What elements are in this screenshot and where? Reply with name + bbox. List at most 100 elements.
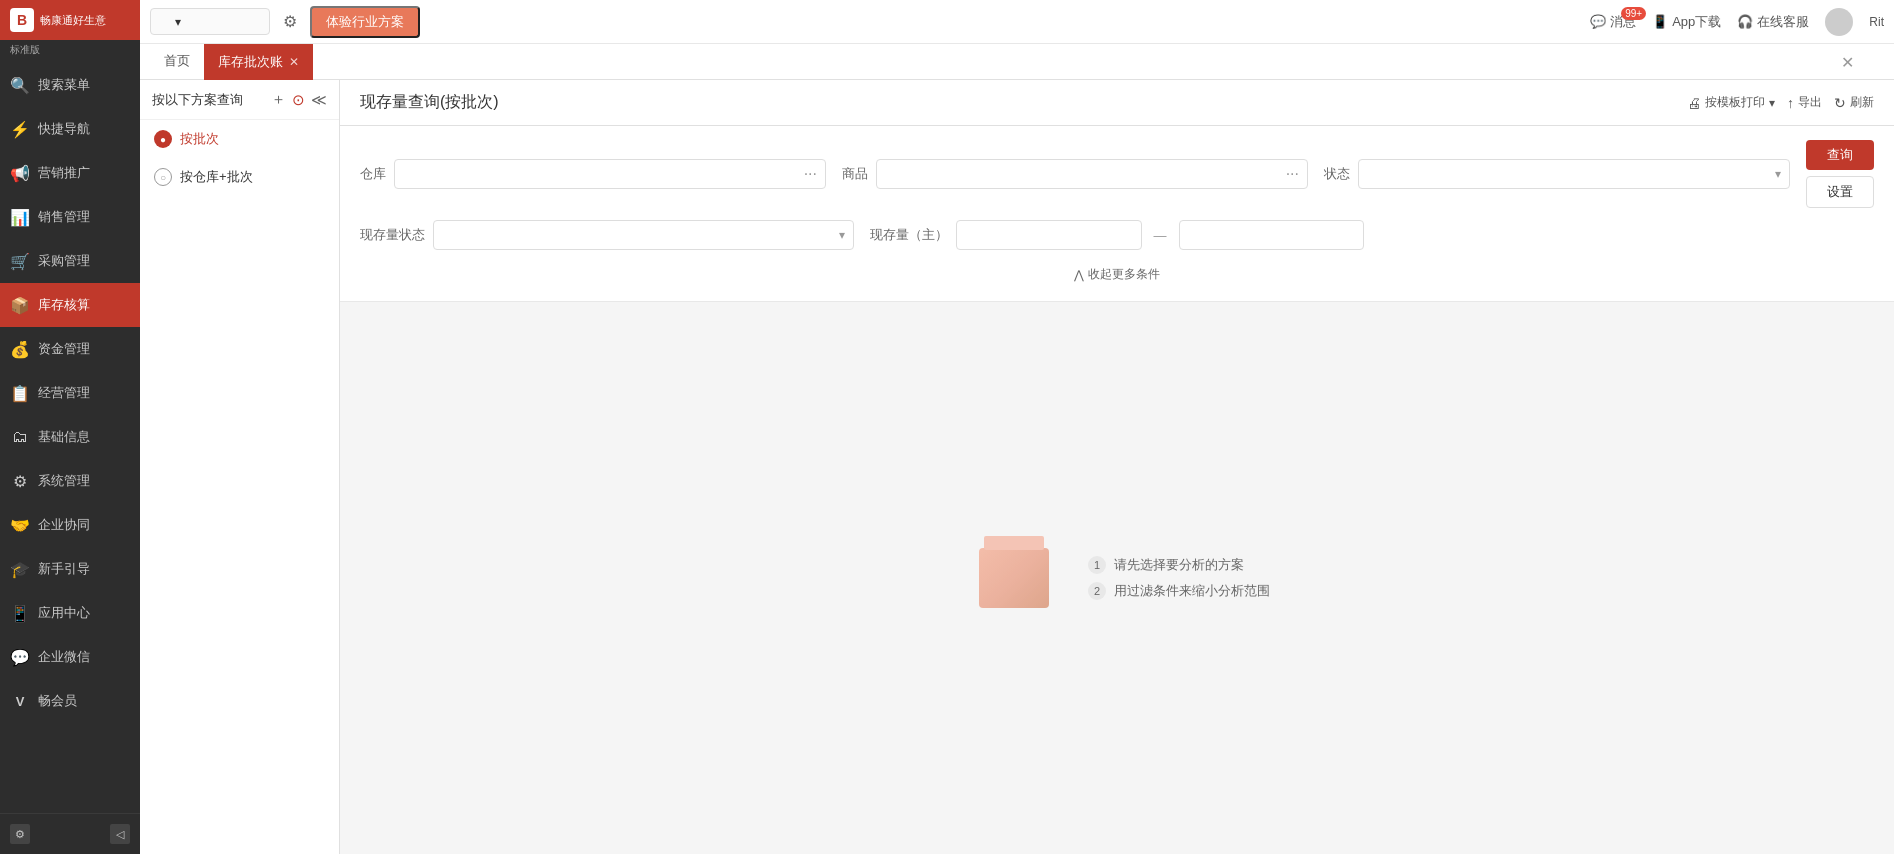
message-badge: 99+ [1621,7,1646,20]
left-panel-actions: ＋ ⊙ ≪ [271,90,327,109]
left-panel-header: 按以下方案查询 ＋ ⊙ ≪ [140,80,339,120]
sidebar-item-system[interactable]: ⚙ 系统管理 [0,459,140,503]
scheme-icon-batch: ● [154,130,172,148]
sidebar-item-purchase[interactable]: 🛒 采购管理 [0,239,140,283]
sidebar-item-finance[interactable]: 💰 资金管理 [0,327,140,371]
status-chevron-icon: ▾ [1775,167,1781,181]
sidebar-item-label: 企业微信 [38,648,90,666]
status-select[interactable]: ▾ [1358,159,1790,189]
inventory-status-label: 现存量状态 [360,226,425,244]
sidebar-item-quicknav[interactable]: ⚡ 快捷导航 [0,107,140,151]
sidebar-item-enterprise[interactable]: 🤝 企业协同 [0,503,140,547]
sidebar-item-inventory[interactable]: 📦 库存核算 [0,283,140,327]
sidebar-item-label: 基础信息 [38,428,90,446]
appcenter-icon: 📱 [10,603,30,623]
experience-btn[interactable]: 体验行业方案 [310,6,420,38]
collapse-filter-btn[interactable]: ⋀ 收起更多条件 [360,262,1874,287]
page-title: 现存量查询(按批次) [360,92,499,113]
goods-more-icon[interactable]: ··· [1286,165,1299,183]
sidebar-item-label: 营销推广 [38,164,90,182]
sidebar-item-label: 系统管理 [38,472,90,490]
sidebar-item-search[interactable]: 🔍 搜索菜单 [0,63,140,107]
sidebar-nav: 🔍 搜索菜单 ⚡ 快捷导航 📢 营销推广 📊 销售管理 🛒 采购管理 📦 库存核… [0,63,140,813]
inventory-status-select[interactable]: ▾ [433,220,854,250]
step-1-num: 1 [1088,556,1106,574]
refresh-icon: ↻ [1834,95,1846,111]
tabbar: 首页 库存批次账 ✕ ✕ [140,44,1894,80]
user-avatar[interactable] [1825,8,1853,36]
warehouse-select[interactable]: ··· [394,159,826,189]
sidebar-item-operations[interactable]: 📋 经营管理 [0,371,140,415]
tab-batch[interactable]: 库存批次账 ✕ [204,44,313,80]
step-2-num: 2 [1088,582,1106,600]
empty-text: 1 请先选择要分析的方案 2 用过滤条件来缩小分析范围 [1088,556,1270,600]
export-icon: ↑ [1787,95,1794,111]
phone-icon: 📱 [1652,14,1668,29]
headset-icon: 🎧 [1737,14,1753,29]
sidebar-item-newbie[interactable]: 🎓 新手引导 [0,547,140,591]
basic-icon: 🗂 [10,427,30,447]
export-btn[interactable]: ↑ 导出 [1787,94,1822,111]
sidebar-settings-btn[interactable]: ⚙ [10,824,30,844]
sidebar-item-label: 畅会员 [38,692,77,710]
export-label: 导出 [1798,94,1822,111]
sidebar-item-label: 销售管理 [38,208,90,226]
status-field: 状态 ▾ [1324,159,1790,189]
left-panel: 按以下方案查询 ＋ ⊙ ≪ ● 按批次 ○ 按仓库+批次 [140,80,340,854]
online-service-btn[interactable]: 🎧 在线客服 [1737,13,1809,31]
service-label: 在线客服 [1757,13,1809,31]
app-download-label: App下载 [1672,13,1721,31]
inventory-qty-max-input[interactable] [1179,220,1365,250]
sidebar-item-weixin[interactable]: 💬 企业微信 [0,635,140,679]
main-content: ▾ ⚙ 体验行业方案 💬 消息 99+ 📱 App下载 🎧 在线客服 Rit [140,0,1894,854]
operations-icon: 📋 [10,383,30,403]
app-logo: B [10,8,34,32]
sidebar-item-label: 资金管理 [38,340,90,358]
empty-step-1: 1 请先选择要分析的方案 [1088,556,1270,574]
message-btn[interactable]: 💬 消息 99+ [1590,13,1636,31]
filter-area: 仓库 ··· 商品 ··· [340,126,1894,302]
dropdown-placeholder [159,13,171,30]
empty-box-graphic [979,548,1049,608]
scheme-item-warehouse-batch[interactable]: ○ 按仓库+批次 [140,158,339,196]
enterprise-icon: 🤝 [10,515,30,535]
add-scheme-btn[interactable]: ＋ [271,90,286,109]
sidebar-item-basic[interactable]: 🗂 基础信息 [0,415,140,459]
print-btn[interactable]: 🖨 按模板打印 ▾ [1687,94,1775,111]
tab-close-icon[interactable]: ✕ [289,55,299,69]
marketing-icon: 📢 [10,163,30,183]
print-label: 按模板打印 [1705,94,1765,111]
username-label[interactable]: Rit [1869,15,1884,29]
goods-select[interactable]: ··· [876,159,1308,189]
query-button[interactable]: 查询 [1806,140,1874,170]
inventory-qty-min-input[interactable] [956,220,1142,250]
tab-home[interactable]: 首页 [150,44,204,80]
print-dropdown-icon[interactable]: ▾ [1769,96,1775,110]
member-icon: V [10,691,30,711]
sidebar-item-label: 经营管理 [38,384,90,402]
sidebar: B 畅康通好生意 标准版 🔍 搜索菜单 ⚡ 快捷导航 📢 营销推广 📊 销售管理… [0,0,140,854]
collapse-panel-btn[interactable]: ≪ [311,91,327,109]
sidebar-item-label: 应用中心 [38,604,90,622]
filter-row-2: 现存量状态 ▾ 现存量（主） — [360,220,1874,250]
scheme-label-warehouse-batch: 按仓库+批次 [180,168,253,186]
scheme-item-batch[interactable]: ● 按批次 [140,120,339,158]
topbar-gear-btn[interactable]: ⚙ [276,8,304,36]
sidebar-collapse-btn[interactable]: ◁ [110,824,130,844]
goods-label: 商品 [842,165,868,183]
topbar-scheme-dropdown[interactable]: ▾ [150,8,270,35]
refresh-btn[interactable]: ↻ 刷新 [1834,94,1874,111]
sidebar-item-appcenter[interactable]: 📱 应用中心 [0,591,140,635]
system-icon: ⚙ [10,471,30,491]
search-nav-icon: 🔍 [10,75,30,95]
empty-illustration [964,528,1064,628]
sidebar-item-member[interactable]: V 畅会员 [0,679,140,723]
inventory-icon: 📦 [10,295,30,315]
filter-settings-button[interactable]: 设置 [1806,176,1874,208]
sidebar-item-sales[interactable]: 📊 销售管理 [0,195,140,239]
warehouse-more-icon[interactable]: ··· [804,165,817,183]
tab-panel-close-btn[interactable]: ✕ [1841,52,1854,71]
app-download-btn[interactable]: 📱 App下载 [1652,13,1721,31]
sidebar-item-marketing[interactable]: 📢 营销推广 [0,151,140,195]
settings-scheme-btn[interactable]: ⊙ [292,91,305,109]
